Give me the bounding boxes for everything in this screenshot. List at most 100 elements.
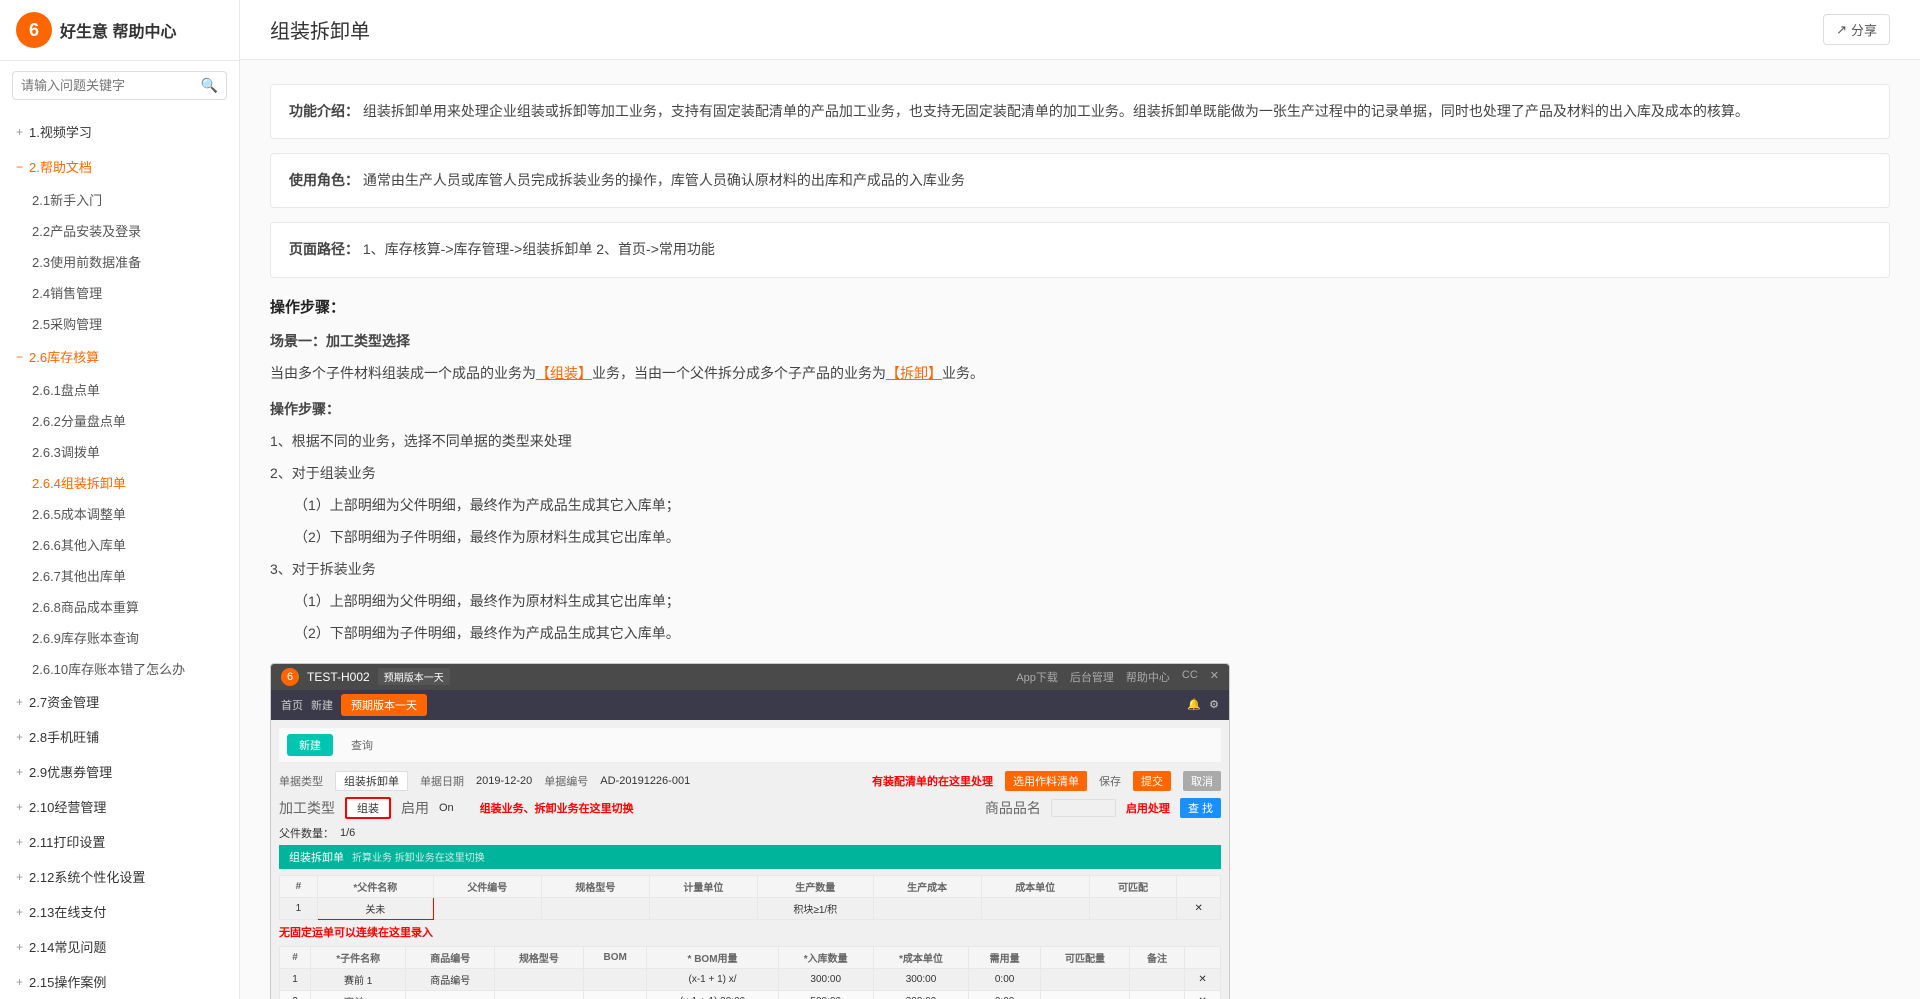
sidebar-item-2-2[interactable]: 2.2产品安装及登录 [0,215,239,246]
ss-col-unit: 计量单位 [649,875,757,897]
sidebar-item-2-13[interactable]: + 2.13在线支付 [0,894,239,929]
ss-orange-btn[interactable]: 预期版本一天 [341,694,427,716]
ss-child-row1-cost: 300:00 [873,968,968,990]
disassemble-link[interactable]: 【拆卸】 [886,365,942,381]
ss-app-link: App下载 [1016,669,1058,685]
ss-child-row2-avail [1041,990,1130,999]
ss-annotation2: 启用处理 [1126,800,1170,816]
ss-search-input[interactable] [1051,799,1116,817]
ss-doc-content: 新建 查询 单据类型 组装拆卸单 单据日期 2019-12-20 单据编号 AD… [271,720,1229,999]
ss-col-parent-no: 父件编号 [433,875,541,897]
search-box[interactable]: 🔍 [12,71,227,100]
plus-icon-2-15: + [16,975,23,989]
logo-icon: 6 [16,12,52,48]
sidebar-item-2-6-3[interactable]: 2.6.3调拨单 [0,436,239,467]
minus-icon: − [16,160,23,174]
plus-icon-2-12: + [16,870,23,884]
sidebar-item-2-6-7[interactable]: 2.6.7其他出库单 [0,560,239,591]
ss-child-col-spec: 规格型号 [495,946,584,968]
search-input[interactable] [21,78,201,93]
ss-child-row1-stock-qty: 300:00 [778,968,873,990]
ss-row-parent-name: 关未 [317,897,433,919]
sidebar-item-2-8[interactable]: + 2.8手机旺铺 [0,719,239,754]
ss-btn-bom[interactable]: 选用作料清单 [1005,771,1087,791]
sidebar-item-2-4[interactable]: 2.4销售管理 [0,277,239,308]
sidebar-item-2-14-label: 2.14常见问题 [29,937,106,956]
sidebar-item-2-6-8[interactable]: 2.6.8商品成本重算 [0,591,239,622]
assemble-link[interactable]: 【组装】 [536,365,592,381]
table-row: 1 关未 积块≥1/积 ✕ [280,897,1221,919]
ss-child-row1-spec [495,968,584,990]
ss-parent-row: 父件数量： 1/6 [279,825,1221,841]
sidebar-item-2-6[interactable]: − 2.6库存核算 [0,339,239,374]
ss-child-col-bom-qty: * BOM用量 [647,946,778,968]
sidebar-item-2-13-label: 2.13在线支付 [29,902,106,921]
sidebar-item-2-8-label: 2.8手机旺铺 [29,727,99,746]
ss-child-row2-stock-qty: 500:00 [778,990,873,999]
ss-child-row1-avail [1041,968,1130,990]
ss-tab-query[interactable]: 查询 [339,734,385,756]
role-label: 使用角色： [289,172,359,188]
ss-child-row1-no: 商品编号 [406,968,495,990]
ss-tab-new[interactable]: 新建 [287,734,333,756]
sidebar-item-2-7[interactable]: + 2.7资金管理 [0,684,239,719]
sidebar-item-videos[interactable]: + 1.视频学习 [0,114,239,149]
sidebar-item-2-14[interactable]: + 2.14常见问题 [0,929,239,964]
sidebar-item-docs[interactable]: − 2.帮助文档 [0,149,239,184]
ss-child-row2-action: ✕ [1185,990,1221,999]
ss-col-match: 可匹配 [1089,875,1177,897]
step2: 2、对于组装业务 [270,459,1890,487]
ops-steps-title: 操作步骤： [270,395,1890,423]
sidebar-item-2-1[interactable]: 2.1新手入门 [0,184,239,215]
sidebar-item-2-7-label: 2.7资金管理 [29,692,99,711]
sidebar-item-2-6-4[interactable]: 2.6.4组装拆卸单 [0,467,239,498]
scenario1-title: 场景一：加工类型选择 [270,333,410,349]
ss-col-cost-unit: 成本单位 [981,875,1089,897]
ss-child-col-stock-qty: *入库数量 [778,946,873,968]
sidebar-item-2-12-label: 2.12系统个性化设置 [29,867,145,886]
ss-child-row2-cost: 300:00 [873,990,968,999]
ss-search-label: 商品品名 [985,798,1041,818]
sidebar-item-2-3[interactable]: 2.3使用前数据准备 [0,246,239,277]
plus-icon-2-7: + [16,695,23,709]
ss-version: 预期版本一天 [378,668,450,685]
sidebar-item-2-6-2[interactable]: 2.6.2分量盘点单 [0,405,239,436]
step1: 1、根据不同的业务，选择不同单据的类型来处理 [270,427,1890,455]
main-header: 组装拆卸单 ↗ 分享 [240,0,1920,60]
share-button[interactable]: ↗ 分享 [1823,14,1890,45]
sidebar-item-2-6-1[interactable]: 2.6.1盘点单 [0,374,239,405]
sidebar-item-2-6-6[interactable]: 2.6.6其他入库单 [0,529,239,560]
sidebar-item-videos-label: 1.视频学习 [29,122,92,141]
table-row: 2 赛前 2 (x-1 + 1) 30:00 500:00 300:00 0:0… [280,990,1221,999]
ss-row-cost-unit [981,897,1089,919]
ss-btn-cancel[interactable]: 取消 [1183,771,1221,791]
ss-nav-new[interactable]: 新建 [311,697,333,713]
ss-btn-search[interactable]: 查 找 [1180,798,1221,818]
ss-col-seq: # [280,875,318,897]
sidebar-item-2-15[interactable]: + 2.15操作案例 [0,964,239,999]
sidebar-item-2-12[interactable]: + 2.12系统个性化设置 [0,859,239,894]
sidebar-item-2-9[interactable]: + 2.9优惠券管理 [0,754,239,789]
sidebar-item-2-6-9[interactable]: 2.6.9库存账本查询 [0,622,239,653]
sidebar-item-2-6-5[interactable]: 2.6.5成本调整单 [0,498,239,529]
intro-text: 组装拆卸单用来处理企业组装或拆卸等加工业务，支持有固定装配清单的产品加工业务，也… [363,103,1749,119]
ss-enable-label: 启用 [401,798,429,818]
step2-1: （1）上部明细为父件明细，最终作为产成品生成其它入库单； [294,491,1890,519]
ss-row-spec [541,897,649,919]
ss-nav-home: 首页 [281,697,303,713]
sidebar-item-2-11[interactable]: + 2.11打印设置 [0,824,239,859]
sidebar-item-2-6-10[interactable]: 2.6.10库存账本错了怎么办 [0,653,239,684]
plus-icon-2-11: + [16,835,23,849]
ss-col-ops [1177,875,1221,897]
ss-child-col-ops: 备注 [1129,946,1184,968]
ss-child-row1-seq: 1 [280,968,311,990]
sidebar-item-2-10[interactable]: + 2.10经营管理 [0,789,239,824]
sidebar-item-2-5[interactable]: 2.5采购管理 [0,308,239,339]
ss-col-parent-name: *父件名称 [317,875,433,897]
ss-process-value[interactable]: 组装 [345,797,391,819]
intro-block: 功能介绍： 组装拆卸单用来处理企业组装或拆卸等加工业务，支持有固定装配清单的产品… [270,84,1890,139]
ss-type-value[interactable]: 组装拆卸单 [335,771,408,791]
ss-close[interactable]: ✕ [1210,669,1219,685]
search-icon[interactable]: 🔍 [201,77,218,94]
ss-btn-save[interactable]: 提交 [1133,771,1171,791]
